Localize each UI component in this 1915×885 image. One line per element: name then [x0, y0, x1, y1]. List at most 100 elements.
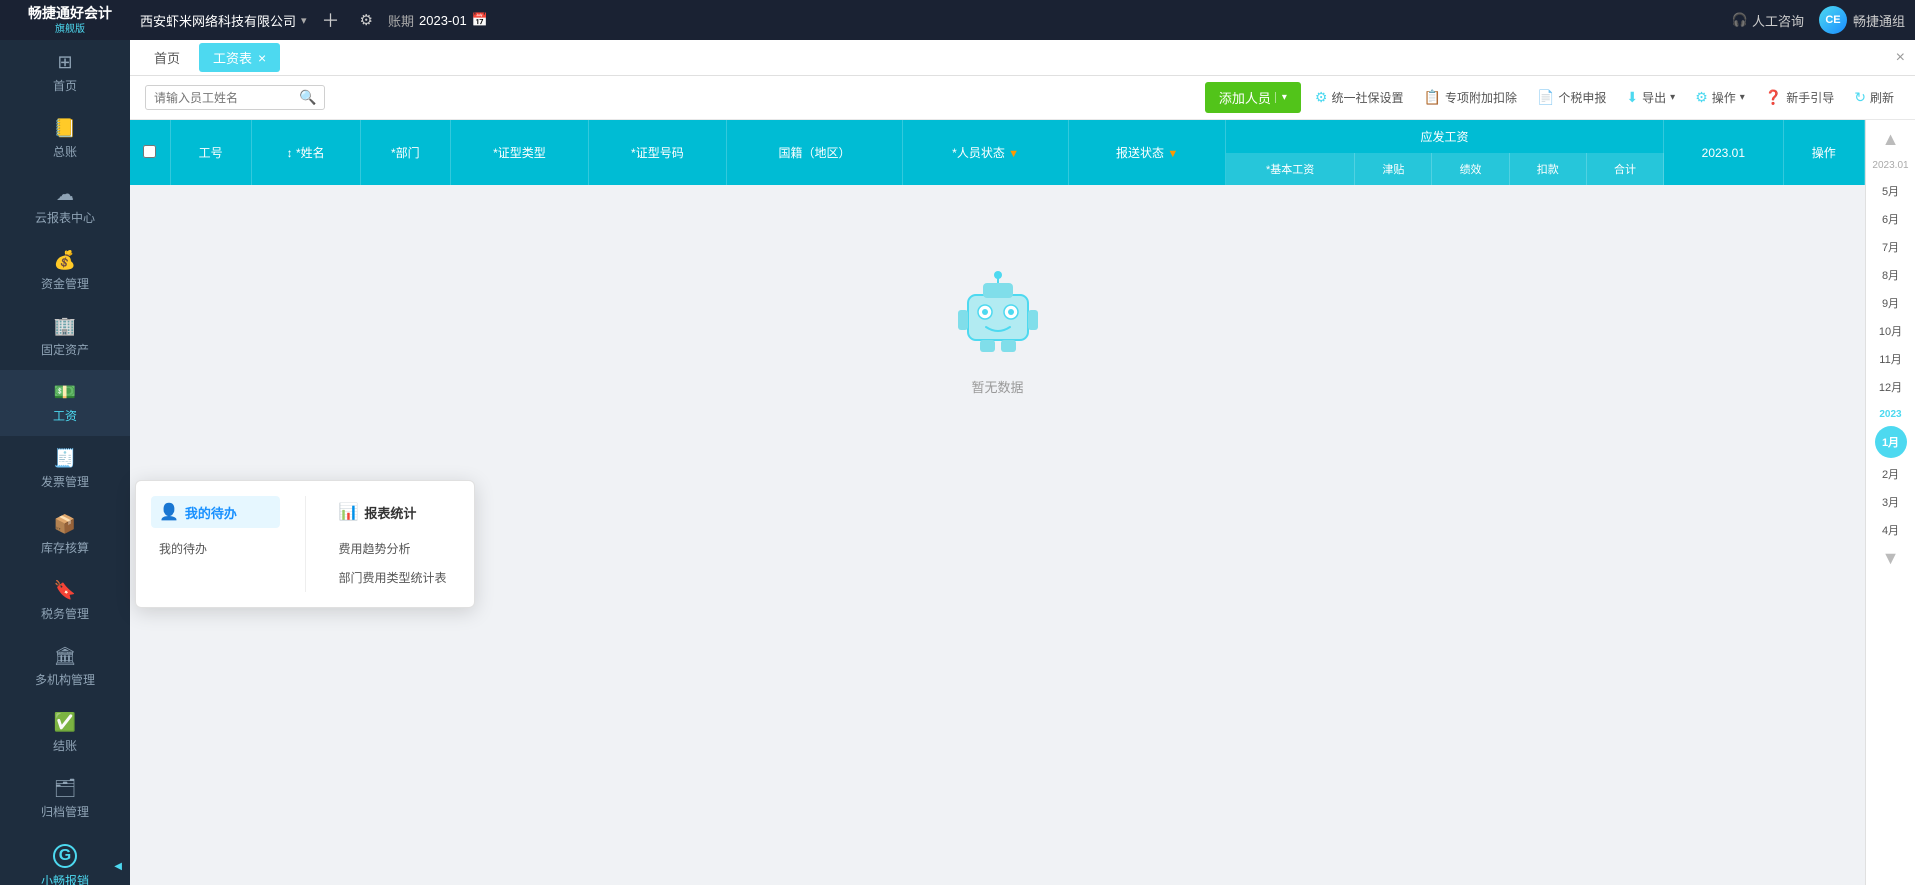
guide-label: 新手引导	[1786, 89, 1834, 106]
company-chevron-icon: ▾	[301, 14, 307, 27]
select-all-checkbox[interactable]	[143, 145, 156, 158]
sidebar-item-xiaochang[interactable]: G 小畅报销 ◀	[0, 832, 130, 885]
tab-wage-label: 工资表	[213, 48, 252, 67]
month-9-label: 9月	[1882, 298, 1899, 310]
sidebar-item-invoice[interactable]: 🧾 发票管理	[0, 436, 130, 502]
timeline-nav-down[interactable]: ▼	[1878, 544, 1904, 573]
month-5-label: 5月	[1882, 186, 1899, 198]
period-area: 账期 2023-01 📅	[388, 11, 488, 30]
top-right: 🎧 人工咨询 CE 畅捷通组	[1732, 6, 1905, 34]
popup-title-todo[interactable]: 👤 我的待办	[151, 496, 280, 528]
popup-item-expense-trend[interactable]: 费用趋势分析	[331, 534, 460, 563]
timeline-month-9[interactable]: 9月	[1866, 289, 1915, 317]
search-icon[interactable]: 🔍	[299, 89, 316, 106]
tax-report-label: 个税申报	[1558, 89, 1606, 106]
timeline-month-6[interactable]: 6月	[1866, 205, 1915, 233]
month-1-label: 1月	[1882, 434, 1899, 450]
sidebar-label: 小畅报销	[41, 872, 89, 885]
popup-title-report[interactable]: 📊 报表统计	[331, 496, 460, 528]
social-security-action[interactable]: ⚙ 统一社保设置	[1309, 89, 1410, 106]
company-selector[interactable]: 西安虾米网络科技有限公司 ▾	[140, 11, 307, 30]
date-header: 2023.01	[1664, 120, 1784, 185]
table-header-row-top: 工号 ↕ *姓名 *部门 *证型类型 *证型号码 国籍（地区） *人员状态 ▼ …	[130, 120, 1865, 153]
sidebar-label: 工资	[53, 407, 77, 424]
timeline-month-4[interactable]: 4月	[1866, 516, 1915, 544]
support-button[interactable]: 🎧 人工咨询	[1732, 11, 1804, 30]
guide-action[interactable]: ❓ 新手引导	[1759, 89, 1840, 106]
timeline-month-1-active[interactable]: 1月	[1875, 426, 1907, 458]
tax-deduction-icon: 📋	[1424, 89, 1441, 106]
tax-report-icon: 📄	[1537, 89, 1554, 106]
export-icon: ⬇	[1626, 89, 1638, 106]
popup-overlay: 👤 我的待办 我的待办 📊 报表统计 费用趋势分析 部门费用类型统计表	[135, 480, 475, 608]
timeline-month-10[interactable]: 10月	[1866, 317, 1915, 345]
toolbar: 🔍 添加人员 ▾ ⚙ 统一社保设置 📋 专项附加扣除 📄 个税申报 ⬇ 导出	[130, 76, 1915, 120]
timeline-month-2[interactable]: 2月	[1866, 460, 1915, 488]
subsidy-subheader: 津贴	[1355, 153, 1432, 185]
timeline-month-12[interactable]: 12月	[1866, 373, 1915, 401]
action-header: 操作	[1783, 120, 1864, 185]
timeline-period-label: 2023.01	[1866, 154, 1915, 177]
xiaochang-icon: G	[53, 844, 77, 868]
export-action[interactable]: ⬇ 导出 ▾	[1620, 89, 1681, 106]
sidebar-item-inventory[interactable]: 📦 库存核算	[0, 502, 130, 568]
timeline-month-7[interactable]: 7月	[1866, 233, 1915, 261]
operate-action[interactable]: ⚙ 操作 ▾	[1689, 89, 1751, 106]
sidebar-item-fund[interactable]: 💰 资金管理	[0, 238, 130, 304]
payable-header: 应发工资	[1226, 120, 1664, 153]
month-7-label: 7月	[1882, 242, 1899, 254]
sidebar-item-cloud-report[interactable]: ☁ 云报表中心	[0, 172, 130, 238]
tab-home-label: 首页	[154, 51, 180, 66]
tab-bar: 首页 工资表 × ×	[130, 40, 1915, 76]
refresh-action[interactable]: ↻ 刷新	[1848, 89, 1900, 106]
close-all-icon[interactable]: ×	[1896, 49, 1905, 67]
sidebar-label: 云报表中心	[35, 209, 95, 226]
sidebar: ⊞ 首页 📒 总账 ☁ 云报表中心 💰 资金管理 🏢 固定资产 💵 工资 🧾 发…	[0, 40, 130, 885]
user-area[interactable]: CE 畅捷通组	[1819, 6, 1905, 34]
person-status-header: *人员状态 ▼	[903, 120, 1069, 185]
sidebar-item-tax[interactable]: 🔖 税务管理	[0, 568, 130, 634]
social-security-icon: ⚙	[1315, 89, 1328, 106]
tax-deduction-action[interactable]: 📋 专项附加扣除	[1418, 89, 1523, 106]
tab-home[interactable]: 首页	[140, 43, 194, 72]
invoice-icon: 🧾	[54, 448, 76, 469]
sidebar-item-archive[interactable]: 🗂 归档管理	[0, 766, 130, 832]
popup-col-report: 📊 报表统计 费用趋势分析 部门费用类型统计表	[331, 496, 460, 592]
closing-icon: ✅	[54, 712, 76, 733]
popup-item-dept-expense[interactable]: 部门费用类型统计表	[331, 563, 460, 592]
sidebar-item-assets[interactable]: 🏢 固定资产	[0, 304, 130, 370]
sidebar-label: 归档管理	[41, 803, 89, 820]
my-todo-label: 我的待办	[159, 540, 207, 557]
sidebar-item-home[interactable]: ⊞ 首页	[0, 40, 130, 106]
headset-icon: 🎧	[1732, 12, 1748, 28]
sidebar-item-ledger[interactable]: 📒 总账	[0, 106, 130, 172]
timeline-nav-up[interactable]: ▲	[1878, 125, 1904, 154]
checkbox-col-header	[130, 120, 170, 185]
cloud-icon: ☁	[56, 184, 74, 205]
avatar-initials: CE	[1825, 14, 1840, 26]
popup-col-todo: 👤 我的待办 我的待办	[151, 496, 280, 592]
tax-report-action[interactable]: 📄 个税申报	[1531, 89, 1612, 106]
sidebar-item-wage[interactable]: 💵 工资	[0, 370, 130, 436]
tab-close-icon[interactable]: ×	[258, 50, 266, 66]
popup-item-my-todo[interactable]: 我的待办	[151, 534, 280, 563]
calendar-icon[interactable]: 📅	[472, 12, 488, 28]
timeline-month-5[interactable]: 5月	[1866, 177, 1915, 205]
timeline-month-3[interactable]: 3月	[1866, 488, 1915, 516]
timeline-month-8[interactable]: 8月	[1866, 261, 1915, 289]
company-name: 西安虾米网络科技有限公司	[140, 11, 296, 30]
tab-wage[interactable]: 工资表 ×	[199, 43, 280, 72]
sidebar-item-multi-org[interactable]: 🏛 多机构管理	[0, 634, 130, 700]
settings-button[interactable]: ⚙	[355, 11, 378, 29]
timeline-month-11[interactable]: 11月	[1866, 345, 1915, 373]
month-3-label: 3月	[1882, 497, 1899, 509]
month-10-label: 10月	[1879, 326, 1902, 338]
add-button[interactable]: ＋	[317, 7, 345, 33]
logo-area: 畅捷通好会计 旗舰版	[10, 6, 130, 35]
add-person-button[interactable]: 添加人员 ▾	[1205, 82, 1301, 113]
main-layout: ⊞ 首页 📒 总账 ☁ 云报表中心 💰 资金管理 🏢 固定资产 💵 工资 🧾 发…	[0, 40, 1915, 885]
month-6-label: 6月	[1882, 214, 1899, 226]
sidebar-item-closing[interactable]: ✅ 结账	[0, 700, 130, 766]
search-input[interactable]	[154, 91, 294, 105]
sidebar-label: 结账	[53, 737, 77, 754]
